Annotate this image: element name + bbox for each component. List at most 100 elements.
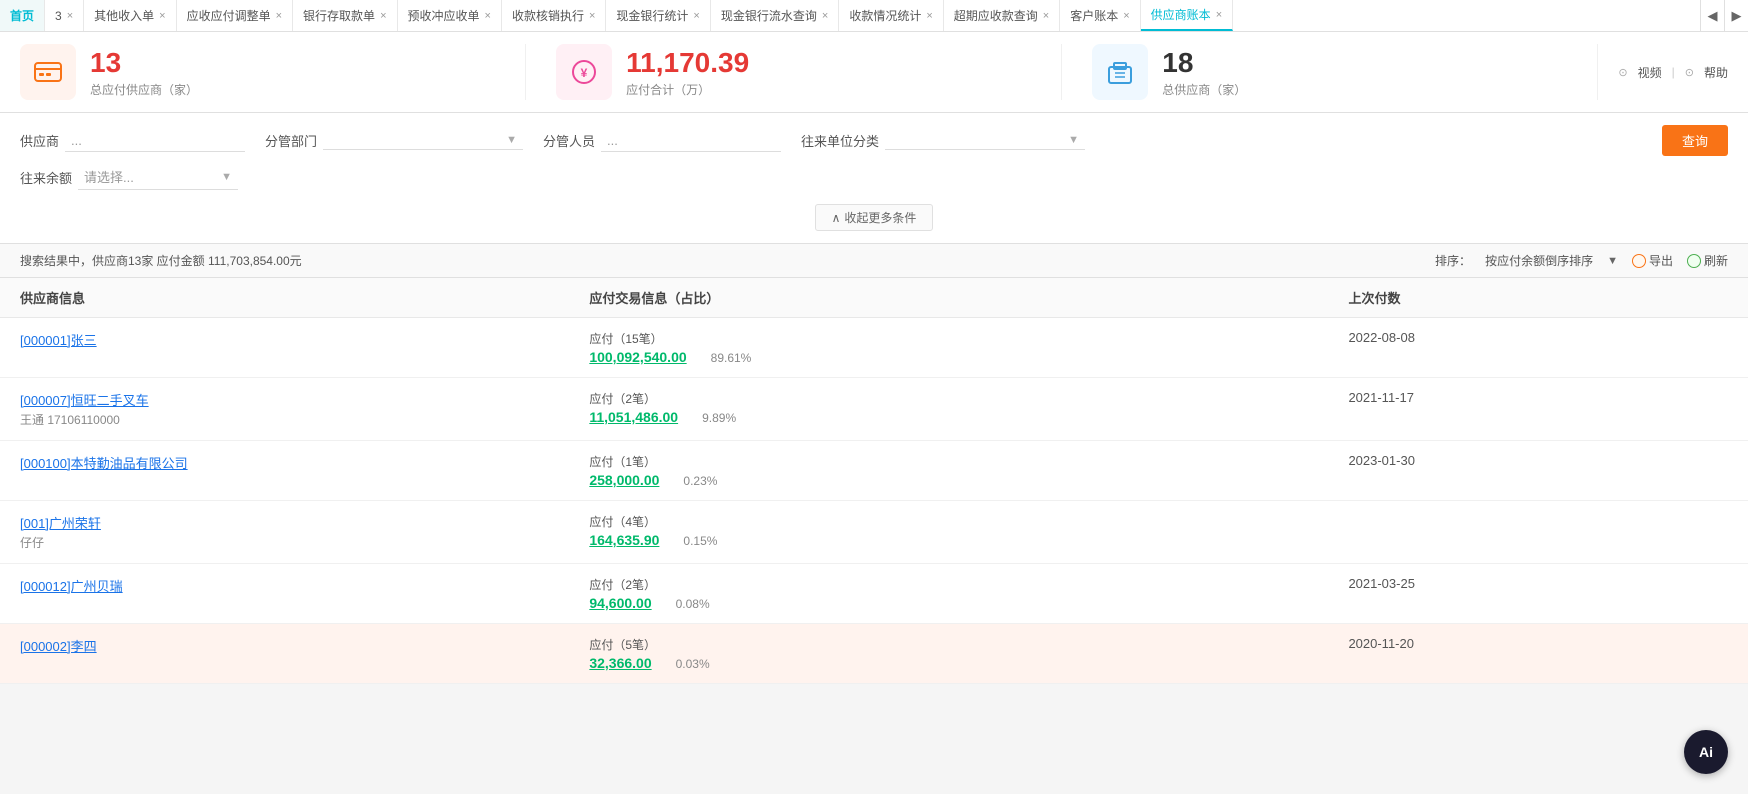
nav-tab-bank-deposit-label: 银行存取款单 <box>303 7 375 24</box>
supplier-name-link[interactable]: [001]广州荣轩 <box>20 513 589 532</box>
nav-tab-bank-deposit[interactable]: 银行存取款单 × <box>293 0 397 31</box>
ai-badge[interactable]: Ai <box>1684 730 1728 774</box>
summary-card-total-suppliers: 18 总供应商（家） <box>1062 44 1598 100</box>
person-input-box[interactable]: ... <box>601 130 781 152</box>
nav-tab-num-close[interactable]: × <box>67 10 73 22</box>
nav-tab-other-income[interactable]: 其他收入单 × <box>84 0 176 31</box>
tx-amount[interactable]: 100,092,540.00 <box>589 349 686 365</box>
nav-tab-customer-ledger-close[interactable]: × <box>1123 10 1129 22</box>
balance-placeholder: 请选择... <box>84 167 221 186</box>
video-link[interactable]: 视频 <box>1638 64 1662 81</box>
refresh-button[interactable]: 刷新 <box>1687 252 1728 269</box>
collapse-button[interactable]: ∧ 收起更多条件 <box>815 204 934 231</box>
tx-label: 应付（5笔） <box>589 636 1348 653</box>
nav-tab-cash-stat[interactable]: 现金银行统计 × <box>606 0 710 31</box>
table-header: 供应商信息 应付交易信息（占比） 上次付数 <box>0 278 1748 318</box>
supplier-name-link[interactable]: [000001]张三 <box>20 330 589 349</box>
total-payable-number: 11,170.39 <box>626 46 749 80</box>
supplier-info-col: [000002]李四 <box>20 636 589 655</box>
nav-tab-collection-stat[interactable]: 收款情况统计 × <box>839 0 943 31</box>
supplier-input-box[interactable]: ... <box>65 130 245 152</box>
total-payable-icon: ¥ <box>556 44 612 100</box>
tx-row: 11,051,486.00 9.89% <box>589 409 1348 425</box>
nav-tab-adjustment-close[interactable]: × <box>276 10 282 22</box>
total-suppliers-info: 18 总供应商（家） <box>1162 46 1246 99</box>
tx-pct: 0.23% <box>683 474 717 488</box>
filter-category: 往来单位分类 ▼ <box>801 131 1085 150</box>
nav-tab-overdue-close[interactable]: × <box>1043 10 1049 22</box>
nav-arrow-right[interactable]: ▶ <box>1724 0 1748 32</box>
nav-tab-adjustment[interactable]: 应收应付调整单 × <box>177 0 293 31</box>
supplier-name-link[interactable]: [000100]本特勤油品有限公司 <box>20 453 589 472</box>
tx-label: 应付（2笔） <box>589 390 1348 407</box>
summary-card-payable-suppliers: 13 总应付供应商（家） <box>20 44 526 100</box>
tx-amount[interactable]: 164,635.90 <box>589 532 659 548</box>
help-link[interactable]: 帮助 <box>1704 64 1728 81</box>
table-row: [000012]广州贝瑞 应付（2笔） 94,600.00 0.08% 2021… <box>0 564 1748 624</box>
last-payment-col: 2020-11-20 <box>1348 636 1728 651</box>
category-select-box[interactable]: ▼ <box>885 131 1085 150</box>
col-header-transaction: 应付交易信息（占比） <box>589 288 1348 307</box>
nav-tab-cash-flow-close[interactable]: × <box>822 10 828 22</box>
nav-tab-bank-deposit-close[interactable]: × <box>380 10 386 22</box>
export-button[interactable]: 导出 <box>1632 252 1673 269</box>
nav-home-label: 首页 <box>10 7 34 24</box>
nav-tab-other-income-close[interactable]: × <box>159 10 165 22</box>
category-chevron-icon: ▼ <box>1068 134 1079 146</box>
table-row: [000007]恒旺二手叉车 王通 17106110000 应付（2笔） 11,… <box>0 378 1748 441</box>
table-row: [000001]张三 应付（15笔） 100,092,540.00 89.61%… <box>0 318 1748 378</box>
nav-tab-num[interactable]: 3 × <box>45 0 84 31</box>
filter-area: 供应商 ... 分管部门 ▼ 分管人员 ... 往来单位分类 ▼ 查询 <box>0 113 1748 244</box>
nav-home[interactable]: 首页 <box>0 0 45 31</box>
person-label: 分管人员 <box>543 131 595 150</box>
supplier-name-link[interactable]: [000012]广州贝瑞 <box>20 576 589 595</box>
nav-tab-collection-stat-close[interactable]: × <box>926 10 932 22</box>
tx-pct: 89.61% <box>711 351 752 365</box>
nav-arrows: ◀ ▶ <box>1700 0 1748 32</box>
results-summary-text: 搜索结果中，供应商13家 应付金额 111,703,854.00元 <box>20 252 302 269</box>
nav-tab-collection-close[interactable]: × <box>589 10 595 22</box>
refresh-label: 刷新 <box>1704 252 1728 269</box>
supplier-name-link[interactable]: [000007]恒旺二手叉车 <box>20 390 589 409</box>
transaction-info-col: 应付（4笔） 164,635.90 0.15% <box>589 513 1348 548</box>
nav-tab-prepay-close[interactable]: × <box>485 10 491 22</box>
nav-tab-supplier-ledger[interactable]: 供应商账本 × <box>1141 0 1233 31</box>
total-suppliers-number: 18 <box>1162 46 1246 80</box>
refresh-icon <box>1687 254 1701 268</box>
search-button[interactable]: 查询 <box>1662 125 1728 156</box>
nav-tab-supplier-ledger-close[interactable]: × <box>1216 9 1222 21</box>
tx-amount[interactable]: 94,600.00 <box>589 595 651 611</box>
sort-label: 排序： <box>1435 252 1471 269</box>
transaction-info-col: 应付（2笔） 11,051,486.00 9.89% <box>589 390 1348 425</box>
total-suppliers-label: 总供应商（家） <box>1162 81 1246 98</box>
nav-tab-cash-stat-close[interactable]: × <box>693 10 699 22</box>
tx-pct: 0.08% <box>676 597 710 611</box>
supplier-name-link[interactable]: [000002]李四 <box>20 636 589 655</box>
dept-select-box[interactable]: ▼ <box>323 131 523 150</box>
nav-tab-overdue[interactable]: 超期应收款查询 × <box>944 0 1060 31</box>
data-table: 供应商信息 应付交易信息（占比） 上次付数 [000001]张三 应付（15笔）… <box>0 278 1748 684</box>
last-payment-col: 2021-11-17 <box>1348 390 1728 405</box>
sort-value[interactable]: 按应付余额倒序排序 <box>1485 252 1593 269</box>
category-label: 往来单位分类 <box>801 131 879 150</box>
tx-label: 应付（4笔） <box>589 513 1348 530</box>
nav-tab-cash-flow-label: 现金银行流水查询 <box>721 7 817 24</box>
nav-tab-customer-ledger[interactable]: 客户账本 × <box>1060 0 1140 31</box>
col-header-supplier: 供应商信息 <box>20 288 589 307</box>
tx-amount[interactable]: 11,051,486.00 <box>589 409 678 425</box>
tx-row: 94,600.00 0.08% <box>589 595 1348 611</box>
supplier-info-col: [001]广州荣轩 仔仔 <box>20 513 589 551</box>
nav-arrow-left[interactable]: ◀ <box>1700 0 1724 32</box>
last-payment-date: 2021-11-17 <box>1348 390 1414 405</box>
nav-tab-collection[interactable]: 收款核销执行 × <box>502 0 606 31</box>
last-payment-col: 2023-01-30 <box>1348 453 1728 468</box>
tx-label: 应付（2笔） <box>589 576 1348 593</box>
nav-tab-num-label: 3 <box>55 9 62 23</box>
balance-select-box[interactable]: 请选择... ▼ <box>78 164 238 190</box>
nav-tab-prepay[interactable]: 预收冲应收单 × <box>398 0 502 31</box>
tx-amount[interactable]: 32,366.00 <box>589 655 651 671</box>
nav-tab-cash-flow[interactable]: 现金银行流水查询 × <box>711 0 839 31</box>
col-header-last-payment: 上次付数 <box>1348 288 1728 307</box>
tx-amount[interactable]: 258,000.00 <box>589 472 659 488</box>
top-nav: 首页 3 × 其他收入单 × 应收应付调整单 × 银行存取款单 × 预收冲应收单… <box>0 0 1748 32</box>
